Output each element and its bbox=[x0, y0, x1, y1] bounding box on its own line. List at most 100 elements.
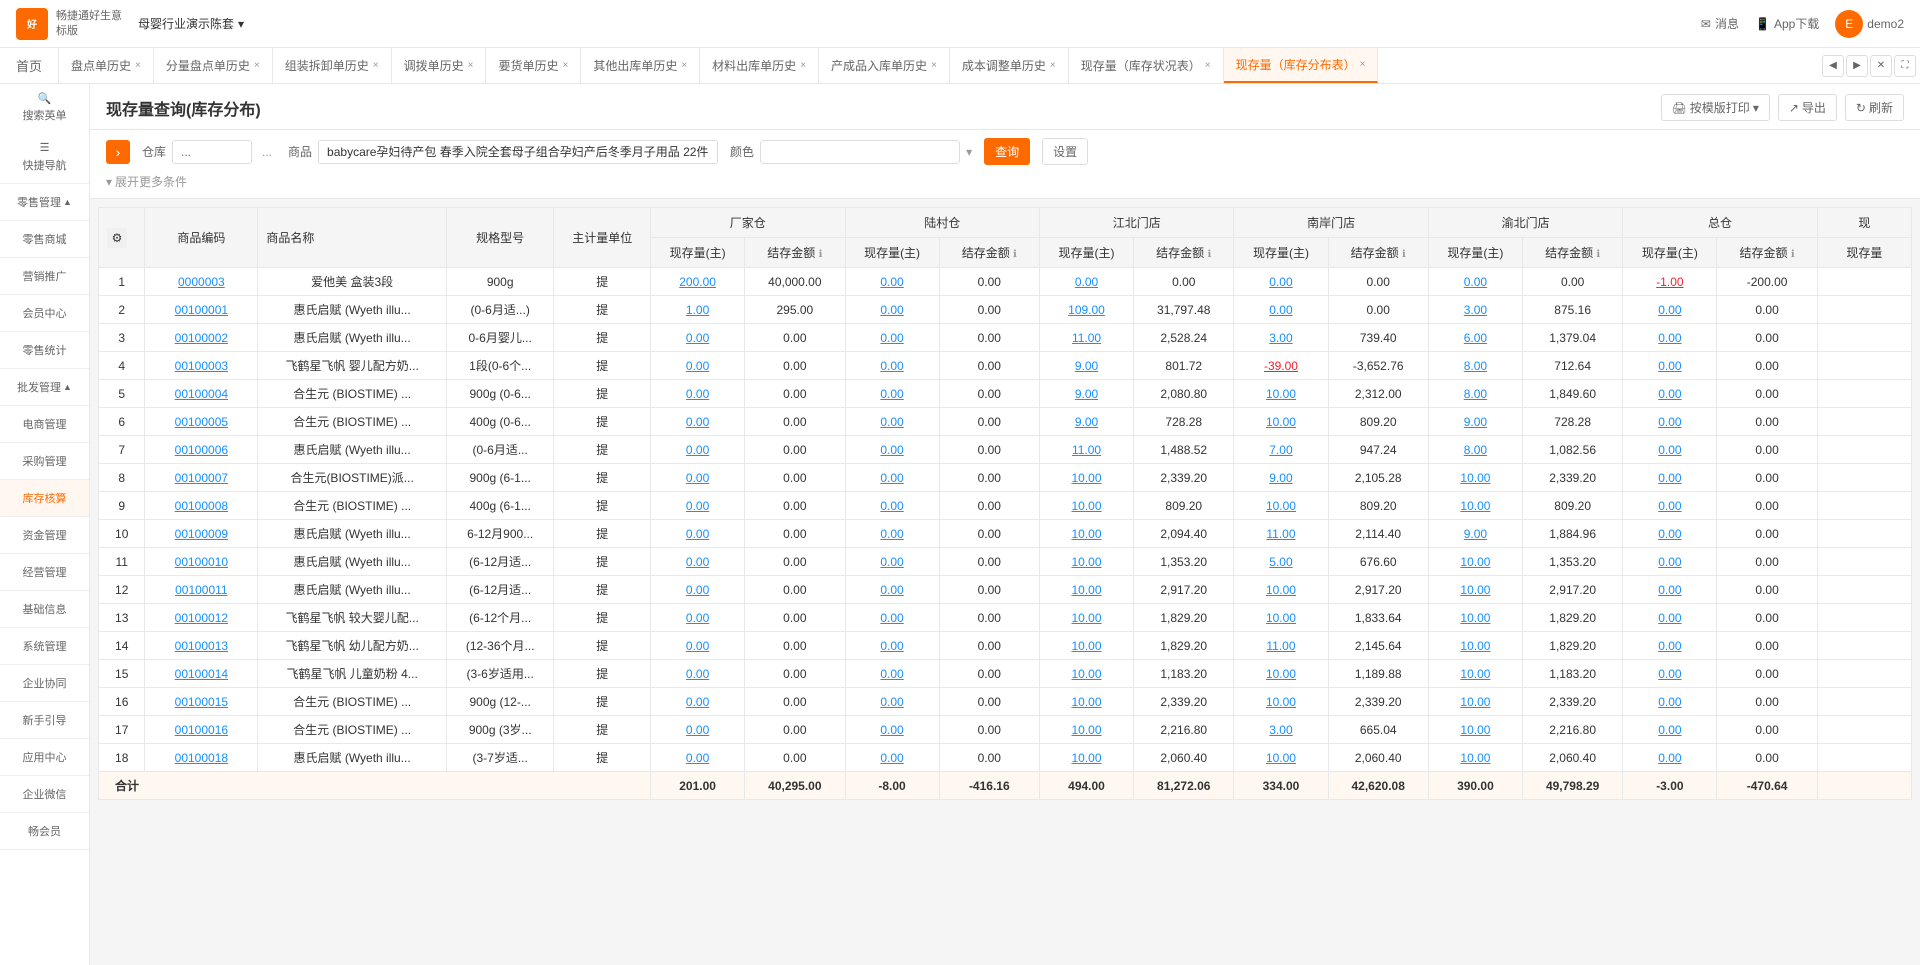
code-link[interactable]: 00100018 bbox=[175, 751, 228, 765]
table-container[interactable]: ⚙ 商品编码 商品名称 规格型号 主计量单位 厂家仓 陆村仓 江北门店 南岸门店… bbox=[90, 199, 1920, 965]
cell-cur bbox=[1817, 604, 1911, 632]
code-link[interactable]: 00100007 bbox=[175, 471, 228, 485]
close-icon[interactable]: × bbox=[1205, 60, 1211, 71]
cell-jb-qty: 10.00 bbox=[1039, 632, 1133, 660]
sidebar-item-search[interactable]: 🔍 搜索英单 bbox=[0, 84, 89, 131]
sidebar-item-marketing[interactable]: 营销推广 bbox=[0, 258, 89, 295]
filter-collapse-btn[interactable]: › bbox=[106, 140, 130, 164]
info-icon[interactable]: ℹ bbox=[1791, 249, 1795, 260]
cell-total-amt: 0.00 bbox=[1717, 576, 1817, 604]
warehouse-ellipsis[interactable]: ... bbox=[258, 145, 276, 159]
close-icon[interactable]: × bbox=[562, 60, 568, 71]
cell-f-qty: 0.00 bbox=[651, 604, 745, 632]
cell-na-amt: 809.20 bbox=[1328, 492, 1428, 520]
close-icon[interactable]: × bbox=[681, 60, 687, 71]
sidebar-item-inventory[interactable]: 库存核算 bbox=[0, 480, 89, 517]
code-link[interactable]: 00100015 bbox=[175, 695, 228, 709]
code-link[interactable]: 00100005 bbox=[175, 415, 228, 429]
app-download-btn[interactable]: 📱 App下载 bbox=[1755, 15, 1819, 32]
sidebar-item-guide[interactable]: 新手引导 bbox=[0, 702, 89, 739]
search-btn[interactable]: 查询 bbox=[984, 138, 1030, 165]
code-link[interactable]: 00100014 bbox=[175, 667, 228, 681]
user-menu[interactable]: E demo2 bbox=[1835, 10, 1904, 38]
tab-score-history[interactable]: 分量盘点单历史 × bbox=[154, 48, 273, 83]
info-icon[interactable]: ℹ bbox=[1402, 249, 1406, 260]
warehouse-input[interactable] bbox=[172, 140, 252, 164]
nav-prev-btn[interactable]: ◀ bbox=[1822, 55, 1844, 77]
chevron-down-icon: ▾ bbox=[966, 145, 972, 159]
tab-product-in[interactable]: 产成品入库单历史 × bbox=[819, 48, 950, 83]
close-icon[interactable]: × bbox=[254, 60, 260, 71]
tab-disk-history[interactable]: 盘点单历史 × bbox=[59, 48, 154, 83]
expand-conditions-btn[interactable]: ▾ 展开更多条件 bbox=[106, 173, 187, 190]
code-link[interactable]: 00100010 bbox=[175, 555, 228, 569]
tab-order-history[interactable]: 要货单历史 × bbox=[486, 48, 581, 83]
close-icon[interactable]: × bbox=[931, 60, 937, 71]
color-input[interactable] bbox=[760, 140, 960, 164]
footer-l-qty: -8.00 bbox=[845, 772, 939, 800]
tab-other-out[interactable]: 其他出库单历史 × bbox=[581, 48, 700, 83]
nav-close-btn[interactable]: ✕ bbox=[1870, 55, 1892, 77]
info-icon[interactable]: ℹ bbox=[1013, 249, 1017, 260]
tab-assembly-history[interactable]: 组装拆卸单历史 × bbox=[273, 48, 392, 83]
sidebar-item-retail-stats[interactable]: 零售统计 bbox=[0, 332, 89, 369]
sidebar-item-member-app[interactable]: 畅会员 bbox=[0, 813, 89, 850]
code-link[interactable]: 00100002 bbox=[175, 331, 228, 345]
cell-l-qty: 0.00 bbox=[845, 632, 939, 660]
code-link[interactable]: 00100006 bbox=[175, 443, 228, 457]
close-icon[interactable]: × bbox=[800, 60, 806, 71]
tab-material-out[interactable]: 材料出库单历史 × bbox=[700, 48, 819, 83]
message-btn[interactable]: ✉ 消息 bbox=[1701, 15, 1739, 32]
settings-btn[interactable]: 设置 bbox=[1042, 138, 1088, 165]
sidebar-item-basic-info[interactable]: 基础信息 bbox=[0, 591, 89, 628]
nav-home[interactable]: 首页 bbox=[0, 48, 59, 83]
code-link[interactable]: 00100012 bbox=[175, 611, 228, 625]
info-icon[interactable]: ℹ bbox=[1208, 249, 1212, 260]
sidebar-item-finance[interactable]: 资金管理 bbox=[0, 517, 89, 554]
tab-cost-adjust[interactable]: 成本调整单历史 × bbox=[950, 48, 1069, 83]
cell-l-qty: 0.00 bbox=[845, 324, 939, 352]
close-icon[interactable]: × bbox=[373, 60, 379, 71]
code-link[interactable]: 00100008 bbox=[175, 499, 228, 513]
info-icon[interactable]: ℹ bbox=[819, 249, 823, 260]
code-link[interactable]: 00100003 bbox=[175, 359, 228, 373]
close-icon[interactable]: × bbox=[1360, 59, 1366, 70]
cell-jb-qty: 9.00 bbox=[1039, 380, 1133, 408]
refresh-btn[interactable]: ↻ 刷新 bbox=[1845, 94, 1904, 121]
tab-transfer-history[interactable]: 调拨单历史 × bbox=[392, 48, 487, 83]
cell-f-qty: 0.00 bbox=[651, 716, 745, 744]
sidebar-item-wholesale[interactable]: 批发管理 ▲ bbox=[0, 369, 89, 406]
code-link[interactable]: 00100011 bbox=[175, 583, 228, 597]
nav-expand-btn[interactable]: ⛶ bbox=[1894, 55, 1916, 77]
sidebar-item-nav[interactable]: ☰ 快捷导航 bbox=[0, 131, 89, 184]
org-selector[interactable]: 母婴行业演示陈套 ▾ bbox=[138, 15, 244, 32]
print-btn[interactable]: 🖨 按模版打印 ▾ bbox=[1661, 94, 1770, 121]
code-link[interactable]: 00100009 bbox=[175, 527, 228, 541]
code-link[interactable]: 0000003 bbox=[178, 275, 225, 289]
sidebar-item-member[interactable]: 会员中心 bbox=[0, 295, 89, 332]
code-link[interactable]: 00100004 bbox=[175, 387, 228, 401]
nav-next-btn[interactable]: ▶ bbox=[1846, 55, 1868, 77]
info-icon[interactable]: ℹ bbox=[1596, 249, 1600, 260]
close-icon[interactable]: × bbox=[468, 60, 474, 71]
sidebar-item-wechat[interactable]: 企业微信 bbox=[0, 776, 89, 813]
code-link[interactable]: 00100013 bbox=[175, 639, 228, 653]
code-link[interactable]: 00100016 bbox=[175, 723, 228, 737]
product-input[interactable] bbox=[318, 140, 718, 164]
export-btn[interactable]: ↗ 导出 bbox=[1778, 94, 1837, 121]
code-link[interactable]: 00100001 bbox=[175, 303, 228, 317]
sidebar-item-enterprise[interactable]: 企业协同 bbox=[0, 665, 89, 702]
cell-cur bbox=[1817, 716, 1911, 744]
sidebar-item-app-center[interactable]: 应用中心 bbox=[0, 739, 89, 776]
col-settings-icon[interactable]: ⚙ bbox=[107, 228, 127, 248]
tab-stock-status[interactable]: 现存量（库存状况表） × bbox=[1069, 48, 1224, 83]
sidebar-item-ecommerce[interactable]: 电商管理 bbox=[0, 406, 89, 443]
sidebar-item-retail-mgmt[interactable]: 零售管理 ▲ bbox=[0, 184, 89, 221]
close-icon[interactable]: × bbox=[135, 60, 141, 71]
sidebar-item-system[interactable]: 系统管理 bbox=[0, 628, 89, 665]
close-icon[interactable]: × bbox=[1050, 60, 1056, 71]
sidebar-item-operations[interactable]: 经营管理 bbox=[0, 554, 89, 591]
sidebar-item-retail-mall[interactable]: 零售商城 bbox=[0, 221, 89, 258]
tab-stock-dist[interactable]: 现存量（库存分布表） × bbox=[1224, 48, 1379, 83]
sidebar-item-purchase[interactable]: 采购管理 bbox=[0, 443, 89, 480]
